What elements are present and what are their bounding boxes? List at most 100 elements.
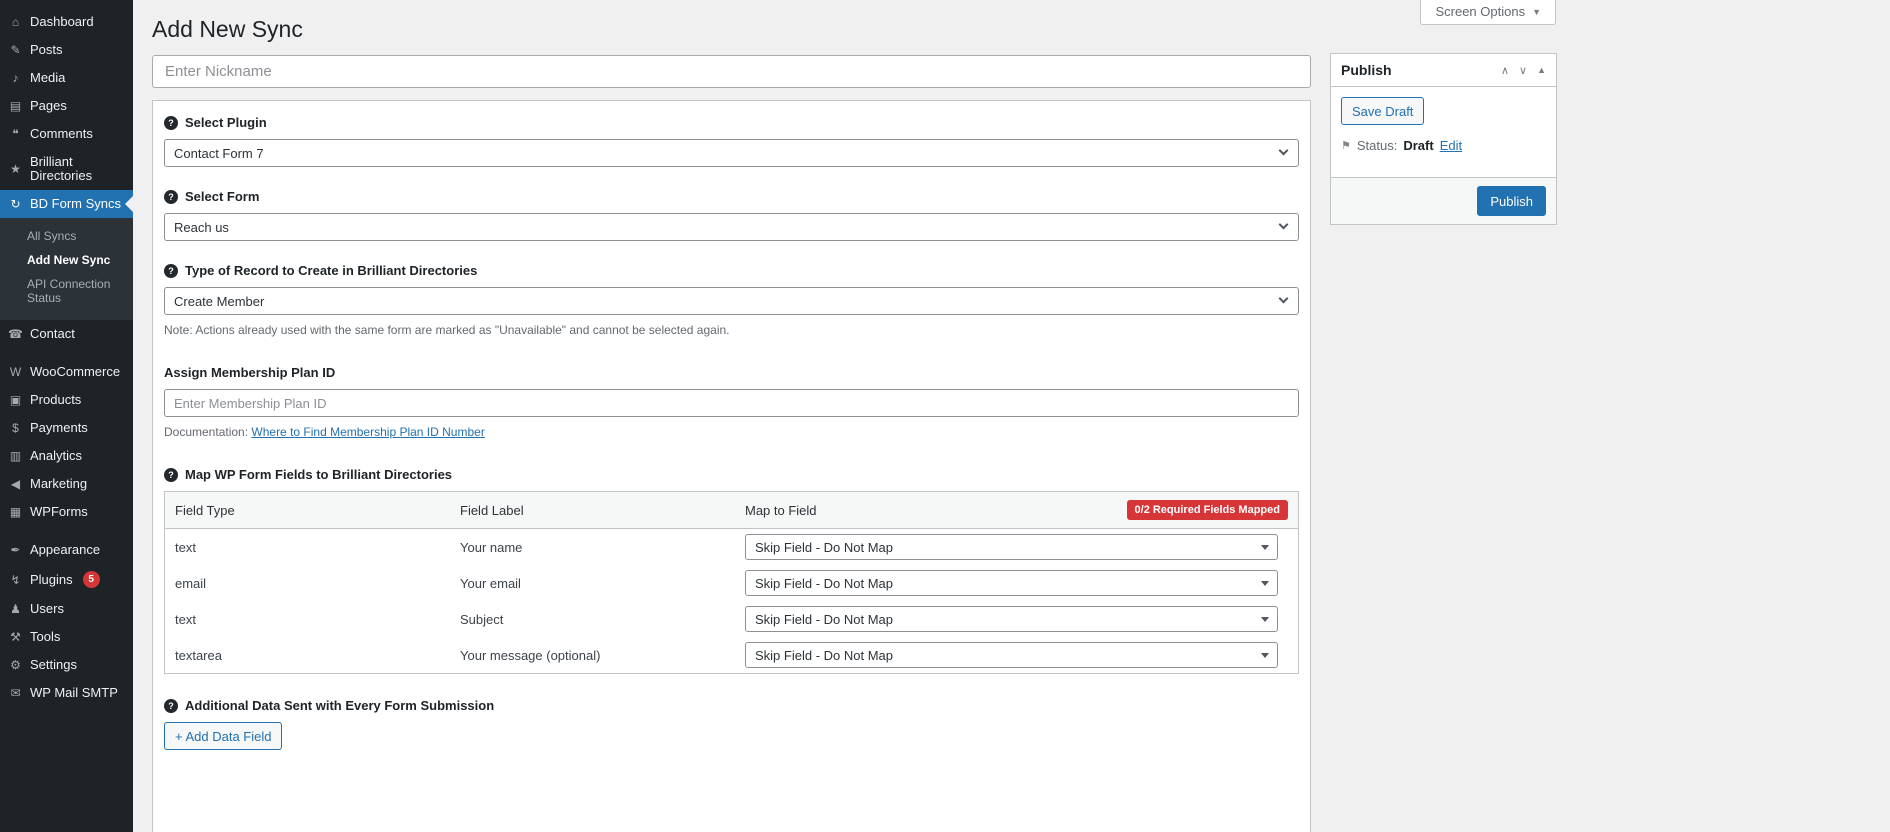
sidebar-item-label: Contact <box>30 327 75 341</box>
sidebar-item-label: Brilliant Directories <box>30 155 125 183</box>
screen-options-button[interactable]: Screen Options ▼ <box>1420 0 1556 25</box>
sidebar-item-woocommerce[interactable]: W WooCommerce <box>0 358 133 386</box>
sync-icon: ↻ <box>8 197 23 211</box>
sidebar-item-dashboard[interactable]: ⌂ Dashboard <box>0 8 133 36</box>
help-icon[interactable]: ? <box>164 699 178 713</box>
sidebar-item-contact[interactable]: ☎ Contact <box>0 320 133 348</box>
sidebar-item-analytics[interactable]: ▥ Analytics <box>0 442 133 470</box>
add-data-field-button[interactable]: + Add Data Field <box>164 722 282 750</box>
submenu-item-add-new-sync[interactable]: Add New Sync <box>0 248 133 272</box>
additional-data-section: ? Additional Data Sent with Every Form S… <box>164 698 1299 750</box>
sidebar-item-label: Appearance <box>30 543 100 557</box>
sidebar-item-brilliant-directories[interactable]: ★ Brilliant Directories <box>0 148 133 190</box>
mapping-table-header: Field Type Field Label Map to Field 0/2 … <box>165 492 1298 529</box>
field-type-cell: textarea <box>175 648 460 663</box>
sidebar-item-tools[interactable]: ⚒ Tools <box>0 623 133 651</box>
sidebar-item-label: Comments <box>30 127 93 141</box>
sidebar-item-appearance[interactable]: ✒ Appearance <box>0 536 133 564</box>
record-type-value: Create Member <box>174 294 264 309</box>
edit-status-link[interactable]: Edit <box>1440 138 1462 153</box>
sidebar-item-pages[interactable]: ▤ Pages <box>0 92 133 120</box>
sidebar-item-label: Settings <box>30 658 77 672</box>
help-icon[interactable]: ? <box>164 190 178 204</box>
select-form-value: Reach us <box>174 220 229 235</box>
plugin-icon: ↯ <box>8 573 23 587</box>
nickname-input[interactable] <box>152 55 1311 88</box>
person-icon: ♟ <box>8 602 23 616</box>
move-up-icon[interactable]: ∧ <box>1501 64 1509 77</box>
dollar-icon: $ <box>8 421 23 435</box>
membership-section: Assign Membership Plan ID Documentation:… <box>164 365 1299 439</box>
map-field-dropdown[interactable]: Skip Field - Do Not Map <box>745 534 1278 560</box>
admin-sidebar: ⌂ Dashboard ✎ Posts ♪ Media ▤ Pages ❝ Co… <box>0 0 133 832</box>
publish-metabox: Publish ∧ ∨ ▲ Save Draft ⚑ Status: Draft… <box>1330 53 1557 225</box>
documentation-link[interactable]: Where to Find Membership Plan ID Number <box>251 425 484 439</box>
select-form-label: ? Select Form <box>164 189 1299 204</box>
sidebar-item-users[interactable]: ♟ Users <box>0 595 133 623</box>
sidebar-item-label: Products <box>30 393 81 407</box>
submenu-item-all-syncs[interactable]: All Syncs <box>0 224 133 248</box>
map-field-dropdown[interactable]: Skip Field - Do Not Map <box>745 570 1278 596</box>
main-content: Screen Options ▼ Add New Sync ? Select P… <box>133 0 1890 832</box>
required-fields-badge: 0/2 Required Fields Mapped <box>1127 500 1288 520</box>
sidebar-item-media[interactable]: ♪ Media <box>0 64 133 92</box>
field-label-cell: Subject <box>460 612 745 627</box>
envelope-icon: ✉ <box>8 686 23 700</box>
brush-icon: ✒ <box>8 543 23 557</box>
help-icon[interactable]: ? <box>164 468 178 482</box>
pages-icon: ▤ <box>8 99 23 113</box>
select-plugin-value: Contact Form 7 <box>174 146 264 161</box>
sidebar-item-wpforms[interactable]: ▦ WPForms <box>0 498 133 526</box>
map-field-value: Skip Field - Do Not Map <box>755 648 893 663</box>
table-row: text Subject Skip Field - Do Not Map <box>165 601 1298 637</box>
field-label-cell: Your email <box>460 576 745 591</box>
submenu-item-api-connection-status[interactable]: API Connection Status <box>0 272 133 310</box>
additional-data-label: ? Additional Data Sent with Every Form S… <box>164 698 1299 713</box>
table-row: text Your name Skip Field - Do Not Map <box>165 529 1298 565</box>
help-icon[interactable]: ? <box>164 264 178 278</box>
gear-icon: ⚙ <box>8 658 23 672</box>
sidebar-item-marketing[interactable]: ◀ Marketing <box>0 470 133 498</box>
select-form-dropdown[interactable]: Reach us <box>164 213 1299 241</box>
select-plugin-label: ? Select Plugin <box>164 115 1299 130</box>
sidebar-item-wp-mail-smtp[interactable]: ✉ WP Mail SMTP <box>0 679 133 707</box>
toggle-panel-icon[interactable]: ▲ <box>1537 65 1546 75</box>
bd-form-syncs-submenu: All Syncs Add New Sync API Connection St… <box>0 218 133 320</box>
sidebar-item-label: Marketing <box>30 477 87 491</box>
sidebar-item-comments[interactable]: ❝ Comments <box>0 120 133 148</box>
save-draft-button[interactable]: Save Draft <box>1341 97 1424 125</box>
sidebar-item-products[interactable]: ▣ Products <box>0 386 133 414</box>
column-header-map-to-field: Map to Field <box>745 503 817 518</box>
field-label-cell: Your name <box>460 540 745 555</box>
dropdown-arrow-icon <box>1261 581 1269 586</box>
sidebar-item-label: WP Mail SMTP <box>30 686 118 700</box>
form-grid-icon: ▦ <box>8 505 23 519</box>
help-icon[interactable]: ? <box>164 116 178 130</box>
map-field-dropdown[interactable]: Skip Field - Do Not Map <box>745 642 1278 668</box>
sidebar-item-bd-form-syncs[interactable]: ↻ BD Form Syncs <box>0 190 133 218</box>
phone-icon: ☎ <box>8 327 23 341</box>
select-plugin-dropdown[interactable]: Contact Form 7 <box>164 139 1299 167</box>
sidebar-item-payments[interactable]: $ Payments <box>0 414 133 442</box>
map-field-dropdown[interactable]: Skip Field - Do Not Map <box>745 606 1278 632</box>
membership-plan-label: Assign Membership Plan ID <box>164 365 1299 380</box>
box-icon: ▣ <box>8 393 23 407</box>
map-field-value: Skip Field - Do Not Map <box>755 576 893 591</box>
membership-plan-input[interactable] <box>164 389 1299 417</box>
sidebar-item-plugins[interactable]: ↯ Plugins 5 <box>0 564 133 595</box>
dropdown-arrow-icon <box>1261 617 1269 622</box>
publish-button[interactable]: Publish <box>1477 186 1546 216</box>
sidebar-item-label: Pages <box>30 99 67 113</box>
sidebar-item-posts[interactable]: ✎ Posts <box>0 36 133 64</box>
bar-chart-icon: ▥ <box>8 449 23 463</box>
dashboard-icon: ⌂ <box>8 15 23 29</box>
column-header-field-type: Field Type <box>175 503 460 518</box>
field-type-cell: email <box>175 576 460 591</box>
megaphone-icon: ◀ <box>8 477 23 491</box>
record-type-dropdown[interactable]: Create Member <box>164 287 1299 315</box>
page-title: Add New Sync <box>152 15 1890 44</box>
sidebar-item-label: BD Form Syncs <box>30 197 121 211</box>
publish-header: Publish ∧ ∨ ▲ <box>1331 54 1556 87</box>
move-down-icon[interactable]: ∨ <box>1519 64 1527 77</box>
sidebar-item-settings[interactable]: ⚙ Settings <box>0 651 133 679</box>
